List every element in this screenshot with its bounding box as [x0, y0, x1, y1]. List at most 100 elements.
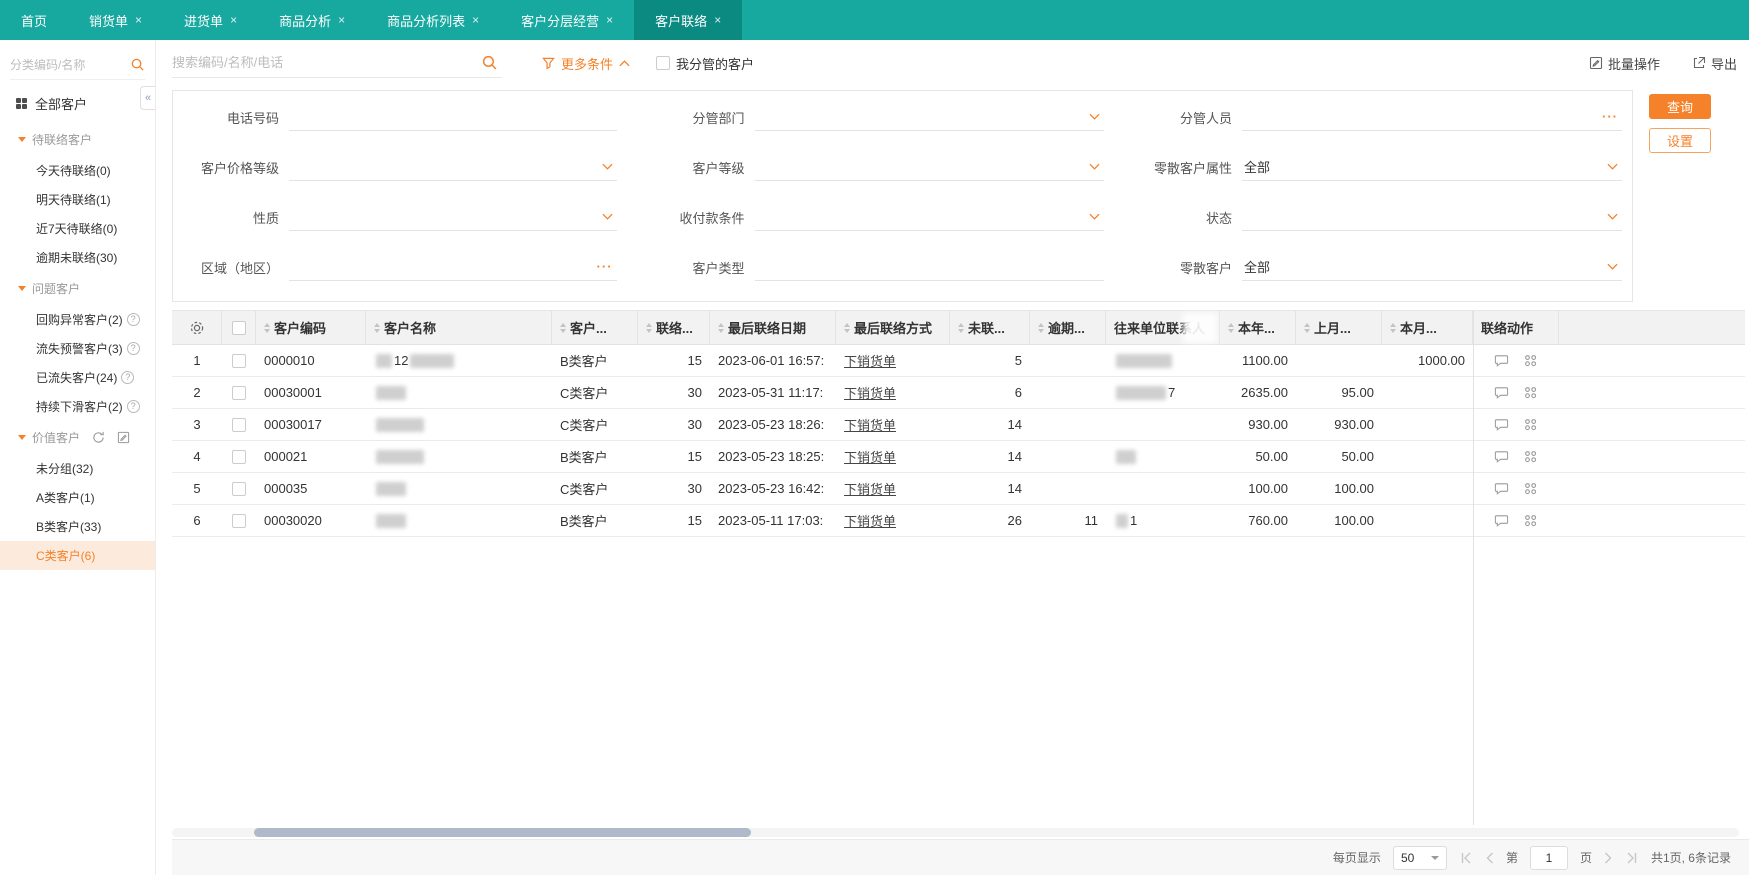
- tab-close-icon[interactable]: ×: [135, 13, 142, 27]
- create-sales-order-link[interactable]: 下销货单: [844, 479, 896, 498]
- row-checkbox[interactable]: [232, 353, 246, 368]
- sidebar-item-逾期未联络(30)[interactable]: 逾期未联络(30): [0, 243, 155, 272]
- chat-action-icon[interactable]: [1494, 385, 1509, 400]
- sidebar-item-all-customers[interactable]: 全部客户: [0, 80, 155, 123]
- edit-icon[interactable]: [117, 431, 130, 444]
- filter-input-收付款条件[interactable]: [754, 205, 1104, 231]
- sort-icon[interactable]: [1304, 322, 1310, 333]
- filter-input-零散客户[interactable]: 全部: [1241, 255, 1622, 281]
- chevron-down-icon[interactable]: [1089, 163, 1100, 170]
- sidebar-item-流失预警客户(3)[interactable]: 流失预警客户(3)?: [0, 334, 155, 363]
- tab-客户分层经营[interactable]: 客户分层经营 ×: [500, 0, 634, 40]
- chevron-down-icon[interactable]: [1089, 213, 1100, 220]
- sort-icon[interactable]: [958, 322, 964, 333]
- filter-input-客户类型[interactable]: [754, 255, 1104, 281]
- tab-进货单[interactable]: 进货单 ×: [163, 0, 258, 40]
- chevron-down-icon[interactable]: [1089, 113, 1100, 120]
- customer-search-input[interactable]: [172, 55, 481, 70]
- sidebar-group-价值客户[interactable]: 价值客户: [0, 421, 155, 454]
- more-actions-icon[interactable]: [1523, 481, 1538, 496]
- filter-input-客户等级[interactable]: [754, 155, 1104, 181]
- sidebar-item-C类客户(6)[interactable]: C类客户(6): [0, 541, 155, 570]
- sort-icon[interactable]: [374, 322, 380, 333]
- sort-icon[interactable]: [1038, 322, 1044, 333]
- more-actions-icon[interactable]: [1523, 513, 1538, 528]
- sidebar-item-回购异常客户(2)[interactable]: 回购异常客户(2)?: [0, 305, 155, 334]
- row-checkbox[interactable]: [232, 417, 246, 432]
- sort-icon[interactable]: [560, 322, 566, 333]
- last-page-button[interactable]: [1625, 852, 1639, 864]
- tab-close-icon[interactable]: ×: [230, 13, 237, 27]
- ellipsis-icon[interactable]: ···: [1602, 110, 1618, 123]
- chat-action-icon[interactable]: [1494, 353, 1509, 368]
- filter-input-分管部门[interactable]: [754, 105, 1104, 131]
- select-all-checkbox[interactable]: [231, 320, 246, 335]
- chat-action-icon[interactable]: [1494, 449, 1509, 464]
- refresh-icon[interactable]: [92, 431, 105, 444]
- filter-input-性质[interactable]: [289, 205, 617, 231]
- sidebar-item-近7天待联络(0)[interactable]: 近7天待联络(0): [0, 214, 155, 243]
- more-actions-icon[interactable]: [1523, 385, 1538, 400]
- sort-icon[interactable]: [1390, 322, 1396, 333]
- tab-close-icon[interactable]: ×: [606, 13, 613, 27]
- chat-action-icon[interactable]: [1494, 417, 1509, 432]
- gear-icon[interactable]: [189, 320, 205, 336]
- tab-商品分析[interactable]: 商品分析 ×: [258, 0, 366, 40]
- sidebar-item-已流失客户(24)[interactable]: 已流失客户(24)?: [0, 363, 155, 392]
- row-checkbox[interactable]: [232, 385, 246, 400]
- create-sales-order-link[interactable]: 下销货单: [844, 447, 896, 466]
- tab-商品分析列表[interactable]: 商品分析列表 ×: [366, 0, 500, 40]
- more-filters-toggle[interactable]: 更多条件: [542, 54, 630, 73]
- more-actions-icon[interactable]: [1523, 417, 1538, 432]
- chat-action-icon[interactable]: [1494, 513, 1509, 528]
- tab-close-icon[interactable]: ×: [472, 13, 479, 27]
- filter-input-客户价格等级[interactable]: [289, 155, 617, 181]
- sidebar-collapse-button[interactable]: «: [140, 86, 155, 110]
- sort-icon[interactable]: [718, 322, 724, 333]
- tab-close-icon[interactable]: ×: [714, 13, 721, 27]
- filter-input-分管人员[interactable]: ···: [1241, 105, 1622, 131]
- first-page-button[interactable]: [1459, 852, 1473, 864]
- column-header-checkbox[interactable]: [222, 311, 256, 344]
- tab-客户联络[interactable]: 客户联络 ×: [634, 0, 743, 40]
- chevron-down-icon[interactable]: [1607, 263, 1618, 270]
- sort-icon[interactable]: [844, 322, 850, 333]
- filter-input-状态[interactable]: [1241, 205, 1622, 231]
- row-checkbox[interactable]: [232, 481, 246, 496]
- search-icon[interactable]: [481, 54, 498, 71]
- horizontal-scrollbar[interactable]: [172, 828, 1739, 837]
- query-button[interactable]: 查询: [1649, 94, 1711, 119]
- sidebar-group-问题客户[interactable]: 问题客户: [0, 272, 155, 305]
- per-page-select[interactable]: 50: [1392, 845, 1447, 870]
- chevron-down-icon[interactable]: [601, 213, 613, 220]
- filter-input-电话号码[interactable]: [289, 105, 617, 131]
- next-page-button[interactable]: [1604, 852, 1613, 864]
- tab-首页[interactable]: 首页: [0, 0, 68, 40]
- sidebar-item-A类客户(1)[interactable]: A类客户(1): [0, 483, 155, 512]
- export-button[interactable]: 导出: [1692, 54, 1737, 73]
- sort-icon[interactable]: [264, 322, 270, 333]
- tab-close-icon[interactable]: ×: [338, 13, 345, 27]
- sidebar-item-今天待联络(0)[interactable]: 今天待联络(0): [0, 156, 155, 185]
- row-checkbox[interactable]: [232, 449, 246, 464]
- chevron-down-icon[interactable]: [1607, 213, 1618, 220]
- help-icon[interactable]: ?: [126, 400, 140, 413]
- my-customers-filter[interactable]: 我分管的客户: [656, 54, 754, 73]
- chat-action-icon[interactable]: [1494, 481, 1509, 496]
- column-header-gear[interactable]: [172, 311, 222, 344]
- create-sales-order-link[interactable]: 下销货单: [844, 415, 896, 434]
- filter-input-零散客户属性[interactable]: 全部: [1241, 155, 1622, 181]
- chevron-down-icon[interactable]: [1607, 163, 1618, 170]
- sidebar-search-input[interactable]: [10, 57, 130, 72]
- filter-input-区域（地区）[interactable]: ···: [289, 255, 617, 281]
- create-sales-order-link[interactable]: 下销货单: [844, 383, 896, 402]
- sidebar-item-未分组(32)[interactable]: 未分组(32): [0, 454, 155, 483]
- help-icon[interactable]: ?: [121, 371, 135, 384]
- chevron-down-icon[interactable]: [601, 163, 613, 170]
- sidebar-item-持续下滑客户(2)[interactable]: 持续下滑客户(2)?: [0, 392, 155, 421]
- more-actions-icon[interactable]: [1523, 353, 1538, 368]
- sort-icon[interactable]: [1228, 322, 1234, 333]
- batch-operations-button[interactable]: 批量操作: [1589, 54, 1660, 73]
- horizontal-scrollbar-thumb[interactable]: [254, 828, 751, 837]
- tab-销货单[interactable]: 销货单 ×: [68, 0, 163, 40]
